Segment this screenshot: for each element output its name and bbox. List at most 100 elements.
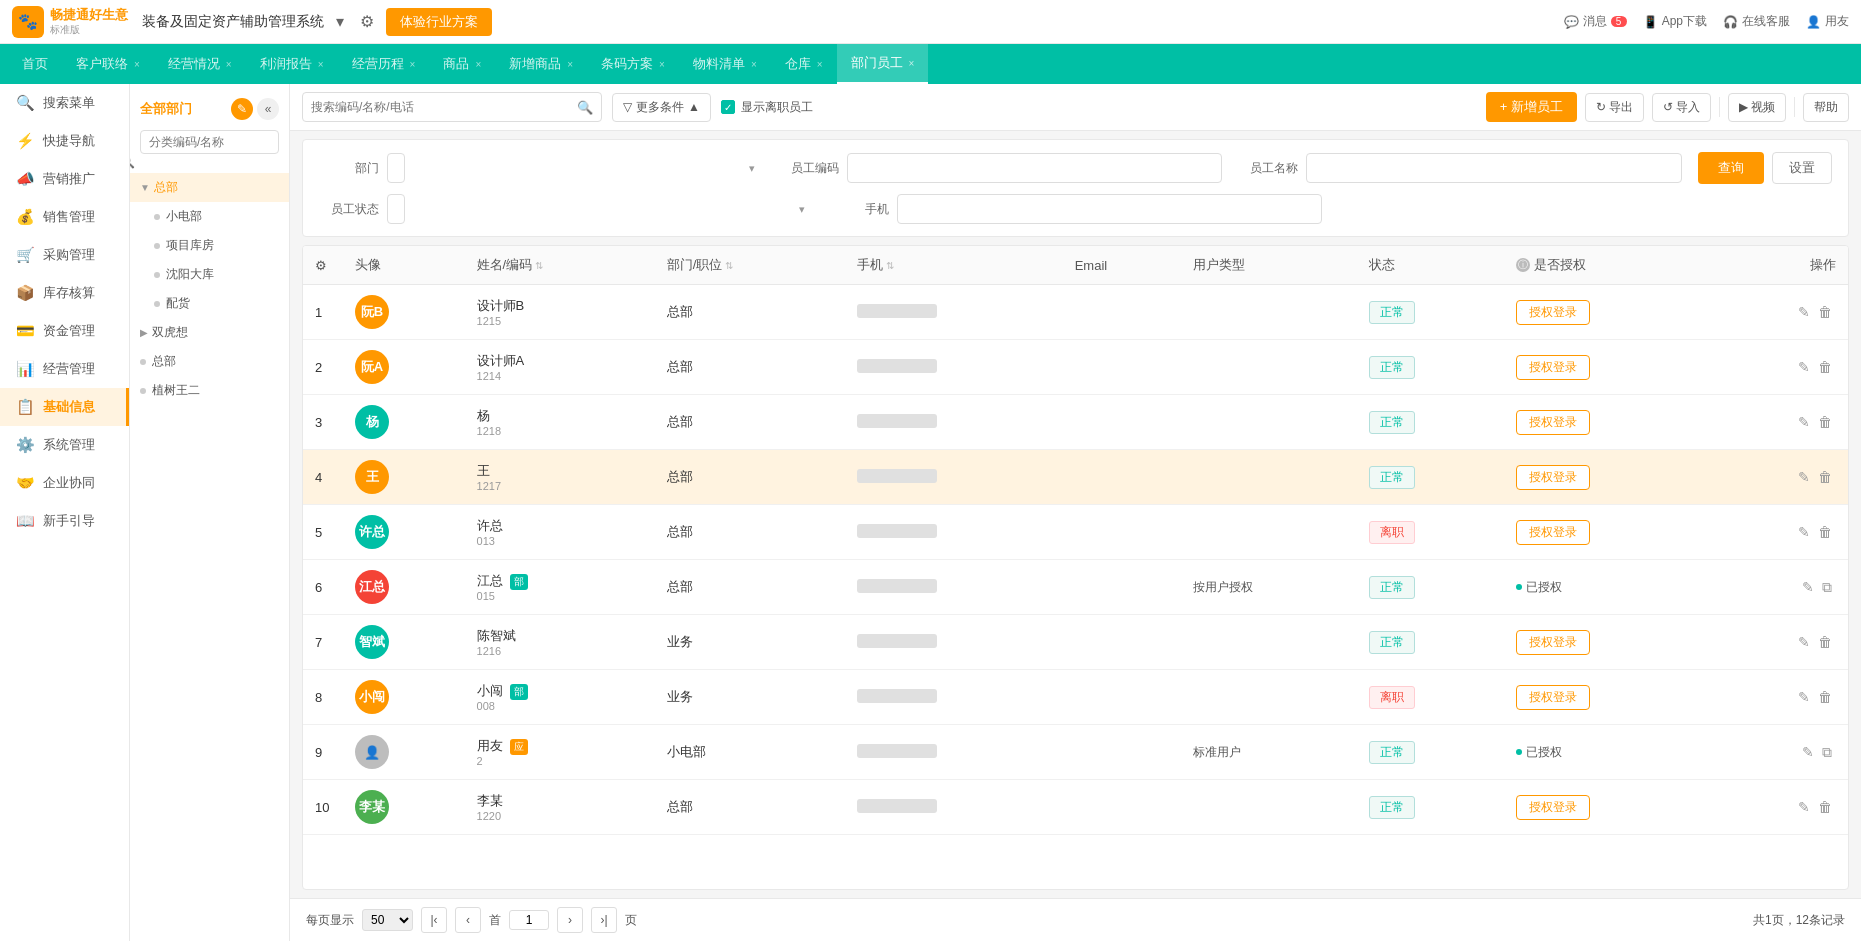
copy-button[interactable]: ⧉ — [1818, 742, 1836, 763]
auth-login-button[interactable]: 授权登录 — [1516, 465, 1590, 490]
prev-page-button[interactable]: ‹ — [455, 907, 481, 933]
edit-button[interactable]: ✎ — [1794, 357, 1814, 377]
tab-warehouse[interactable]: 仓库 × — [771, 44, 837, 84]
reset-button[interactable]: 设置 — [1772, 152, 1832, 184]
sidebar-item-marketing[interactable]: 📣 营销推广 — [0, 160, 129, 198]
tree-item-xiaodian[interactable]: 小电部 — [130, 202, 289, 231]
auth-login-button[interactable]: 授权登录 — [1516, 685, 1590, 710]
first-page-button[interactable]: |‹ — [421, 907, 447, 933]
search-input[interactable] — [311, 100, 577, 114]
delete-button[interactable]: 🗑 — [1814, 357, 1836, 377]
auth-login-button[interactable]: 授权登录 — [1516, 630, 1590, 655]
page-number-input[interactable] — [509, 910, 549, 930]
sidebar-item-finance[interactable]: 💳 资金管理 — [0, 312, 129, 350]
show-resigned-checkbox[interactable]: ✓ — [721, 100, 735, 114]
auth-login-button[interactable]: 授权登录 — [1516, 410, 1590, 435]
filter-dept-select[interactable] — [387, 153, 405, 183]
page-size-select[interactable]: 50 100 — [362, 909, 413, 931]
filter-empstatus-select[interactable] — [387, 194, 405, 224]
delete-button[interactable]: 🗑 — [1814, 467, 1836, 487]
next-page-button[interactable]: › — [557, 907, 583, 933]
sidebar-item-purchase[interactable]: 🛒 采购管理 — [0, 236, 129, 274]
gear-button[interactable]: ▾ — [332, 8, 348, 35]
delete-button[interactable]: 🗑 — [1814, 302, 1836, 322]
message-button[interactable]: 💬 消息 5 — [1564, 13, 1627, 30]
delete-button[interactable]: 🗑 — [1814, 687, 1836, 707]
edit-button[interactable]: ✎ — [1794, 412, 1814, 432]
close-goods-tab[interactable]: × — [475, 59, 481, 70]
dept-collapse-button[interactable]: « — [257, 98, 279, 120]
close-dept-tab[interactable]: × — [909, 58, 915, 69]
sidebar-item-collab[interactable]: 🤝 企业协同 — [0, 464, 129, 502]
tab-add-goods[interactable]: 新增商品 × — [495, 44, 587, 84]
auth-login-button[interactable]: 授权登录 — [1516, 355, 1590, 380]
sidebar-item-inventory[interactable]: 📦 库存核算 — [0, 274, 129, 312]
close-operation-tab[interactable]: × — [226, 59, 232, 70]
tree-item-zongbu2[interactable]: 总部 — [130, 347, 289, 376]
sort-dept[interactable]: 部门/职位 ⇅ — [667, 256, 833, 274]
more-filter-button[interactable]: ▽ 更多条件 ▲ — [612, 93, 711, 122]
tree-item-peihuo[interactable]: 配货 — [130, 289, 289, 318]
tree-item-zhishu[interactable]: 植树王二 — [130, 376, 289, 405]
close-customer-tab[interactable]: × — [134, 59, 140, 70]
online-service-button[interactable]: 🎧 在线客服 — [1723, 13, 1790, 30]
edit-button[interactable]: ✎ — [1794, 797, 1814, 817]
tab-operation[interactable]: 经营情况 × — [154, 44, 246, 84]
add-employee-button[interactable]: + 新增员工 — [1486, 92, 1577, 122]
edit-button[interactable]: ✎ — [1794, 687, 1814, 707]
try-industry-button[interactable]: 体验行业方案 — [386, 8, 492, 36]
filter-empcode-input[interactable] — [847, 153, 1223, 183]
export-button[interactable]: ↻ 导出 — [1585, 93, 1644, 122]
delete-button[interactable]: 🗑 — [1814, 412, 1836, 432]
tree-item-zongbu-root[interactable]: ▼ 总部 — [130, 173, 289, 202]
close-add-goods-tab[interactable]: × — [567, 59, 573, 70]
auth-login-button[interactable]: 授权登录 — [1516, 520, 1590, 545]
query-button[interactable]: 查询 — [1698, 152, 1764, 184]
close-profit-tab[interactable]: × — [318, 59, 324, 70]
tree-item-project[interactable]: 项目库房 — [130, 231, 289, 260]
edit-button[interactable]: ✎ — [1798, 742, 1818, 762]
tree-item-shuanghu[interactable]: ▶ 双虎想 — [130, 318, 289, 347]
tab-history[interactable]: 经营历程 × — [338, 44, 430, 84]
tree-item-shenyang[interactable]: 沈阳大库 — [130, 260, 289, 289]
sidebar-item-basic[interactable]: 📋 基础信息 — [0, 388, 129, 426]
auth-login-button[interactable]: 授权登录 — [1516, 300, 1590, 325]
copy-button[interactable]: ⧉ — [1818, 577, 1836, 598]
tab-customer[interactable]: 客户联络 × — [62, 44, 154, 84]
edit-button[interactable]: ✎ — [1798, 577, 1818, 597]
tab-profit[interactable]: 利润报告 × — [246, 44, 338, 84]
auth-info-icon[interactable]: ⓘ — [1516, 258, 1530, 272]
sidebar-item-quicknav[interactable]: ⚡ 快捷导航 — [0, 122, 129, 160]
auth-login-button[interactable]: 授权登录 — [1516, 795, 1590, 820]
edit-button[interactable]: ✎ — [1794, 467, 1814, 487]
tab-home[interactable]: 首页 — [8, 44, 62, 84]
import-button[interactable]: ↺ 导入 — [1652, 93, 1711, 122]
tab-barcode[interactable]: 条码方案 × — [587, 44, 679, 84]
user-button[interactable]: 👤 用友 — [1806, 13, 1849, 30]
settings-button[interactable]: ⚙ — [356, 8, 378, 35]
filter-phone-input[interactable] — [897, 194, 1323, 224]
settings-icon[interactable]: ⚙ — [315, 258, 327, 273]
sort-phone[interactable]: 手机 ⇅ — [857, 256, 1051, 274]
edit-button[interactable]: ✎ — [1794, 522, 1814, 542]
sidebar-item-system[interactable]: ⚙️ 系统管理 — [0, 426, 129, 464]
close-barcode-tab[interactable]: × — [659, 59, 665, 70]
delete-button[interactable]: 🗑 — [1814, 632, 1836, 652]
sidebar-item-guide[interactable]: 📖 新手引导 — [0, 502, 129, 540]
sidebar-item-business[interactable]: 📊 经营管理 — [0, 350, 129, 388]
dept-search-input[interactable] — [140, 130, 279, 154]
show-resigned-checkbox-label[interactable]: ✓ 显示离职员工 — [721, 99, 813, 116]
close-bom-tab[interactable]: × — [751, 59, 757, 70]
tab-goods[interactable]: 商品 × — [429, 44, 495, 84]
close-history-tab[interactable]: × — [410, 59, 416, 70]
app-download-button[interactable]: 📱 App下载 — [1643, 13, 1707, 30]
sidebar-item-search[interactable]: 🔍 搜索菜单 — [0, 84, 129, 122]
sort-name[interactable]: 姓名/编码 ⇅ — [477, 256, 643, 274]
edit-button[interactable]: ✎ — [1794, 632, 1814, 652]
last-page-button[interactable]: ›| — [591, 907, 617, 933]
view-button[interactable]: ▶ 视频 — [1728, 93, 1786, 122]
delete-button[interactable]: 🗑 — [1814, 522, 1836, 542]
filter-empname-input[interactable] — [1306, 153, 1682, 183]
tab-bom[interactable]: 物料清单 × — [679, 44, 771, 84]
tab-department[interactable]: 部门员工 × — [837, 44, 929, 84]
